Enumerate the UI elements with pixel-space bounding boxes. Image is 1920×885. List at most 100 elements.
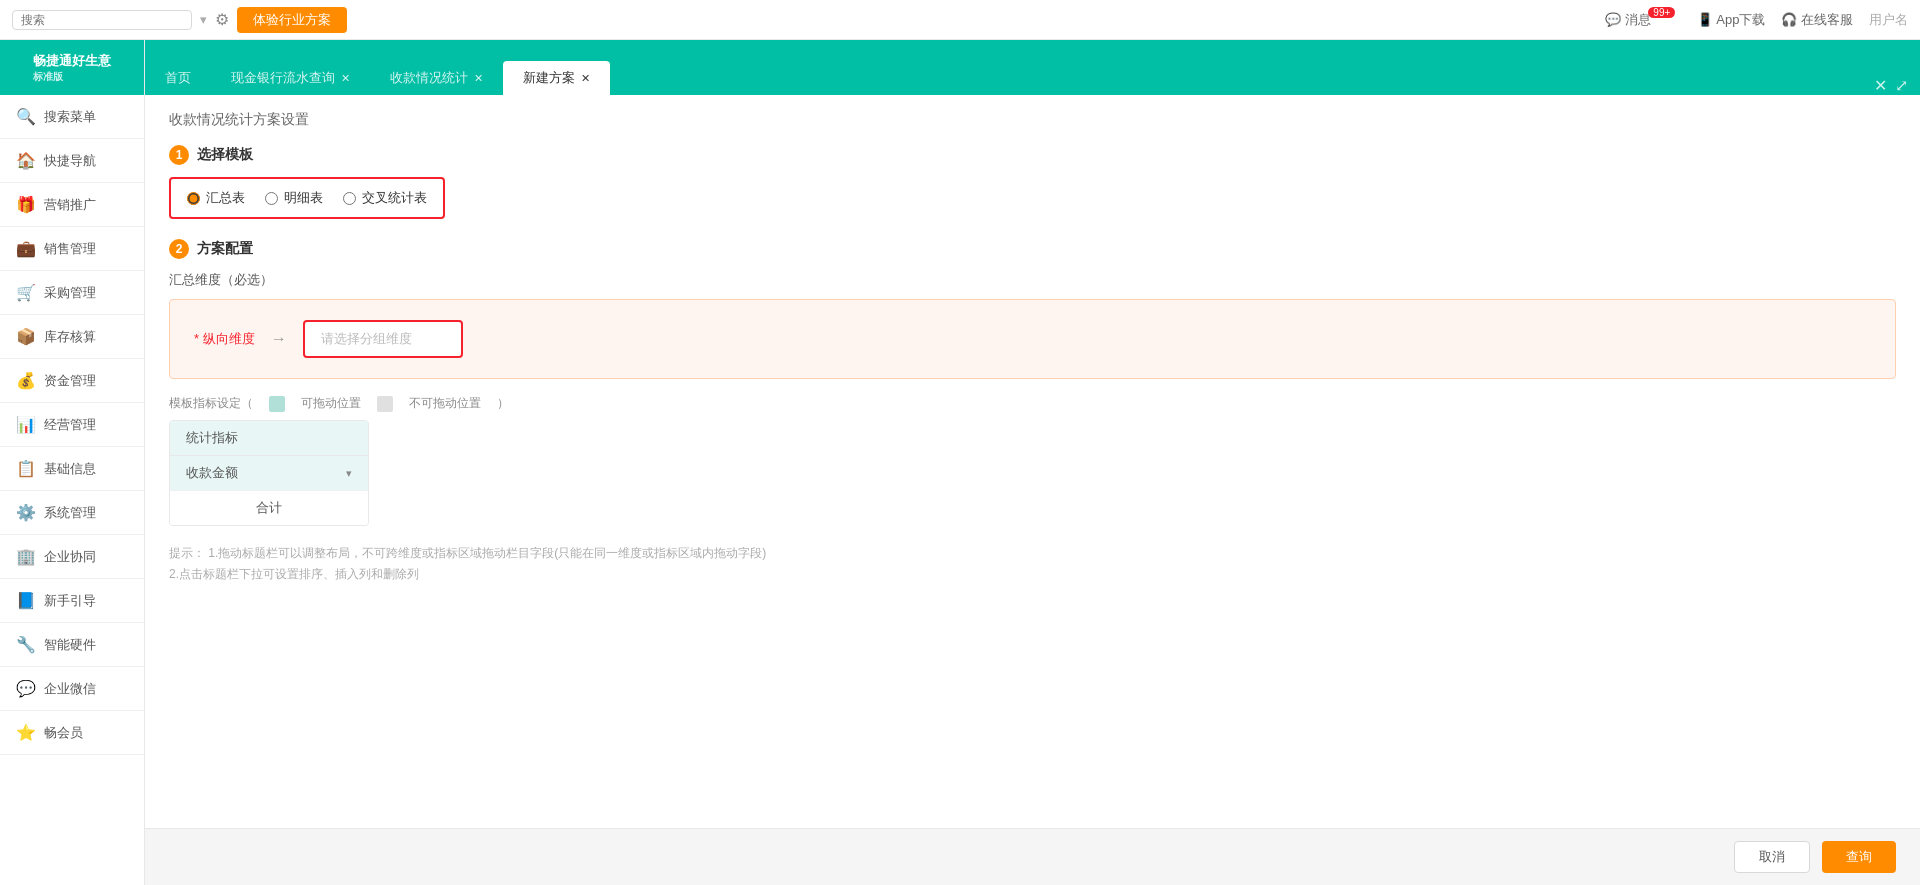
logo-sub: 标准版 [33, 70, 111, 84]
cancel-button[interactable]: 取消 [1734, 841, 1810, 873]
radio-detail[interactable]: 明细表 [265, 189, 323, 207]
gift-icon: 🎁 [16, 195, 36, 214]
collection-amount-label: 收款金额 [186, 464, 238, 482]
tab-bank-flow-label: 现金银行流水查询 [231, 69, 335, 87]
sidebar-label-finance: 资金管理 [44, 372, 96, 390]
app-download[interactable]: 📱 App下载 [1697, 11, 1765, 29]
sidebar-label-enterprise-coop: 企业协同 [44, 548, 96, 566]
search-input[interactable] [12, 10, 192, 30]
top-bar-right: 💬 消息 99+ 📱 App下载 🎧 在线客服 用户名 [1605, 11, 1908, 29]
cart-icon: 🛒 [16, 283, 36, 302]
briefcase-icon: 💼 [16, 239, 36, 258]
indicators-total-cell: 合计 [170, 490, 368, 525]
sidebar-label-operations: 经营管理 [44, 416, 96, 434]
sidebar-label-basic-info: 基础信息 [44, 460, 96, 478]
sidebar-label-quick-nav: 快捷导航 [44, 152, 96, 170]
step1-header: 1 选择模板 [169, 145, 1896, 165]
tab-collection-stat-label: 收款情况统计 [390, 69, 468, 87]
notification-badge: 99+ [1648, 7, 1675, 18]
non-draggable-label: 不可拖动位置 [409, 395, 481, 412]
user-label: 用户名 [1869, 11, 1908, 29]
money-icon: 💰 [16, 371, 36, 390]
top-bar: ▾ ⚙ 体验行业方案 💬 消息 99+ 📱 App下载 🎧 在线客服 用户名 [0, 0, 1920, 40]
tab-new-plan-close[interactable]: ✕ [581, 72, 590, 85]
chat-icon: 💬 [16, 679, 36, 698]
radio-detail-label: 明细表 [284, 189, 323, 207]
sidebar-label-newcomer: 新手引导 [44, 592, 96, 610]
tab-bank-flow-close[interactable]: ✕ [341, 72, 350, 85]
tab-bank-flow[interactable]: 现金银行流水查询 ✕ [211, 61, 370, 95]
tab-collection-stat[interactable]: 收款情况统计 ✕ [370, 61, 503, 95]
sidebar-label-search-menu: 搜索菜单 [44, 108, 96, 126]
sidebar-item-sales[interactable]: 💼 销售管理 [0, 227, 144, 271]
step2-number: 2 [169, 239, 189, 259]
radio-summary-input[interactable] [187, 192, 200, 205]
indicators-table: 统计指标 收款金额 ▾ 合计 [169, 420, 369, 526]
sidebar-item-sys-manage[interactable]: ⚙️ 系统管理 [0, 491, 144, 535]
step2-header: 2 方案配置 [169, 239, 1896, 259]
close-paren: ） [497, 395, 509, 412]
tab-bar: 首页 现金银行流水查询 ✕ 收款情况统计 ✕ 新建方案 ✕ ✕ ⤢ [145, 40, 1920, 95]
online-support[interactable]: 🎧 在线客服 [1781, 11, 1853, 29]
sidebar-item-smart-hw[interactable]: 🔧 智能硬件 [0, 623, 144, 667]
content-area: 首页 现金银行流水查询 ✕ 收款情况统计 ✕ 新建方案 ✕ ✕ ⤢ 收款情况统计… [145, 40, 1920, 885]
sidebar-item-purchase[interactable]: 🛒 采购管理 [0, 271, 144, 315]
dimension-area: * 纵向维度 → 请选择分组维度 [169, 299, 1896, 379]
radio-cross-input[interactable] [343, 192, 356, 205]
page-title: 收款情况统计方案设置 [169, 111, 1896, 129]
indicators-legend: 模板指标设定（ 可拖动位置 不可拖动位置 ） [169, 395, 1896, 412]
sidebar-item-basic-info[interactable]: 📋 基础信息 [0, 447, 144, 491]
building-icon: 🏢 [16, 547, 36, 566]
sidebar-item-member[interactable]: ⭐ 畅会员 [0, 711, 144, 755]
industry-plan-button[interactable]: 体验行业方案 [237, 7, 347, 33]
stat-label: 统计指标 [186, 430, 238, 445]
sidebar-label-enterprise-wechat: 企业微信 [44, 680, 96, 698]
sidebar-label-smart-hw: 智能硬件 [44, 636, 96, 654]
sidebar-label-purchase: 采购管理 [44, 284, 96, 302]
dim-select-box[interactable]: 请选择分组维度 [303, 320, 463, 358]
tab-new-plan[interactable]: 新建方案 ✕ [503, 61, 610, 95]
step1-section: 1 选择模板 汇总表 明细表 [169, 145, 1896, 219]
draggable-label: 可拖动位置 [301, 395, 361, 412]
indicators-collection-row[interactable]: 收款金额 ▾ [170, 456, 368, 490]
notification-section[interactable]: 💬 消息 99+ [1605, 11, 1681, 29]
chart-icon: 📊 [16, 415, 36, 434]
clipboard-icon: 📋 [16, 459, 36, 478]
sidebar-item-operations[interactable]: 📊 经营管理 [0, 403, 144, 447]
step1-number: 1 [169, 145, 189, 165]
sidebar-item-inventory[interactable]: 📦 库存核算 [0, 315, 144, 359]
sidebar-item-quick-nav[interactable]: 🏠 快捷导航 [0, 139, 144, 183]
search-icon: 🔍 [16, 107, 36, 126]
sidebar-item-enterprise-coop[interactable]: 🏢 企业协同 [0, 535, 144, 579]
sidebar-label-sales: 销售管理 [44, 240, 96, 258]
arrow-icon: → [271, 330, 287, 348]
tip-1: 提示： 1.拖动标题栏可以调整布局，不可跨维度或指标区域拖动栏目字段(只能在同一… [169, 545, 1896, 562]
gear-icon[interactable]: ⚙ [215, 10, 229, 29]
close-window-icon[interactable]: ✕ [1874, 76, 1887, 95]
radio-summary-label: 汇总表 [206, 189, 245, 207]
radio-detail-input[interactable] [265, 192, 278, 205]
tips-section: 提示： 1.拖动标题栏可以调整布局，不可跨维度或指标区域拖动栏目字段(只能在同一… [169, 545, 1896, 583]
radio-cross[interactable]: 交叉统计表 [343, 189, 427, 207]
sidebar-item-enterprise-wechat[interactable]: 💬 企业微信 [0, 667, 144, 711]
page-inner: 收款情况统计方案设置 1 选择模板 汇总表 明细表 [145, 95, 1920, 828]
book-icon: 📘 [16, 591, 36, 610]
dropdown-arrow-icon[interactable]: ▾ [346, 467, 352, 480]
tip-2: 2.点击标题栏下拉可设置排序、插入列和删除列 [169, 566, 1896, 583]
sidebar-item-search-menu[interactable]: 🔍 搜索菜单 [0, 95, 144, 139]
tab-home[interactable]: 首页 [145, 61, 211, 95]
tab-new-plan-label: 新建方案 [523, 69, 575, 87]
tab-collection-stat-close[interactable]: ✕ [474, 72, 483, 85]
sidebar-item-newcomer[interactable]: 📘 新手引导 [0, 579, 144, 623]
sidebar-label-sys-manage: 系统管理 [44, 504, 96, 522]
logo-text: 畅捷通好生意 [33, 52, 111, 70]
draggable-dot [269, 396, 285, 412]
sidebar-item-finance[interactable]: 💰 资金管理 [0, 359, 144, 403]
vertical-dim-label: * 纵向维度 [194, 330, 255, 348]
radio-summary[interactable]: 汇总表 [187, 189, 245, 207]
total-label: 合计 [256, 500, 282, 515]
query-button[interactable]: 查询 [1822, 841, 1896, 873]
maximize-icon[interactable]: ⤢ [1895, 76, 1908, 95]
sidebar-item-marketing[interactable]: 🎁 营销推广 [0, 183, 144, 227]
sidebar-logo: 畅捷通好生意 标准版 [0, 40, 144, 95]
